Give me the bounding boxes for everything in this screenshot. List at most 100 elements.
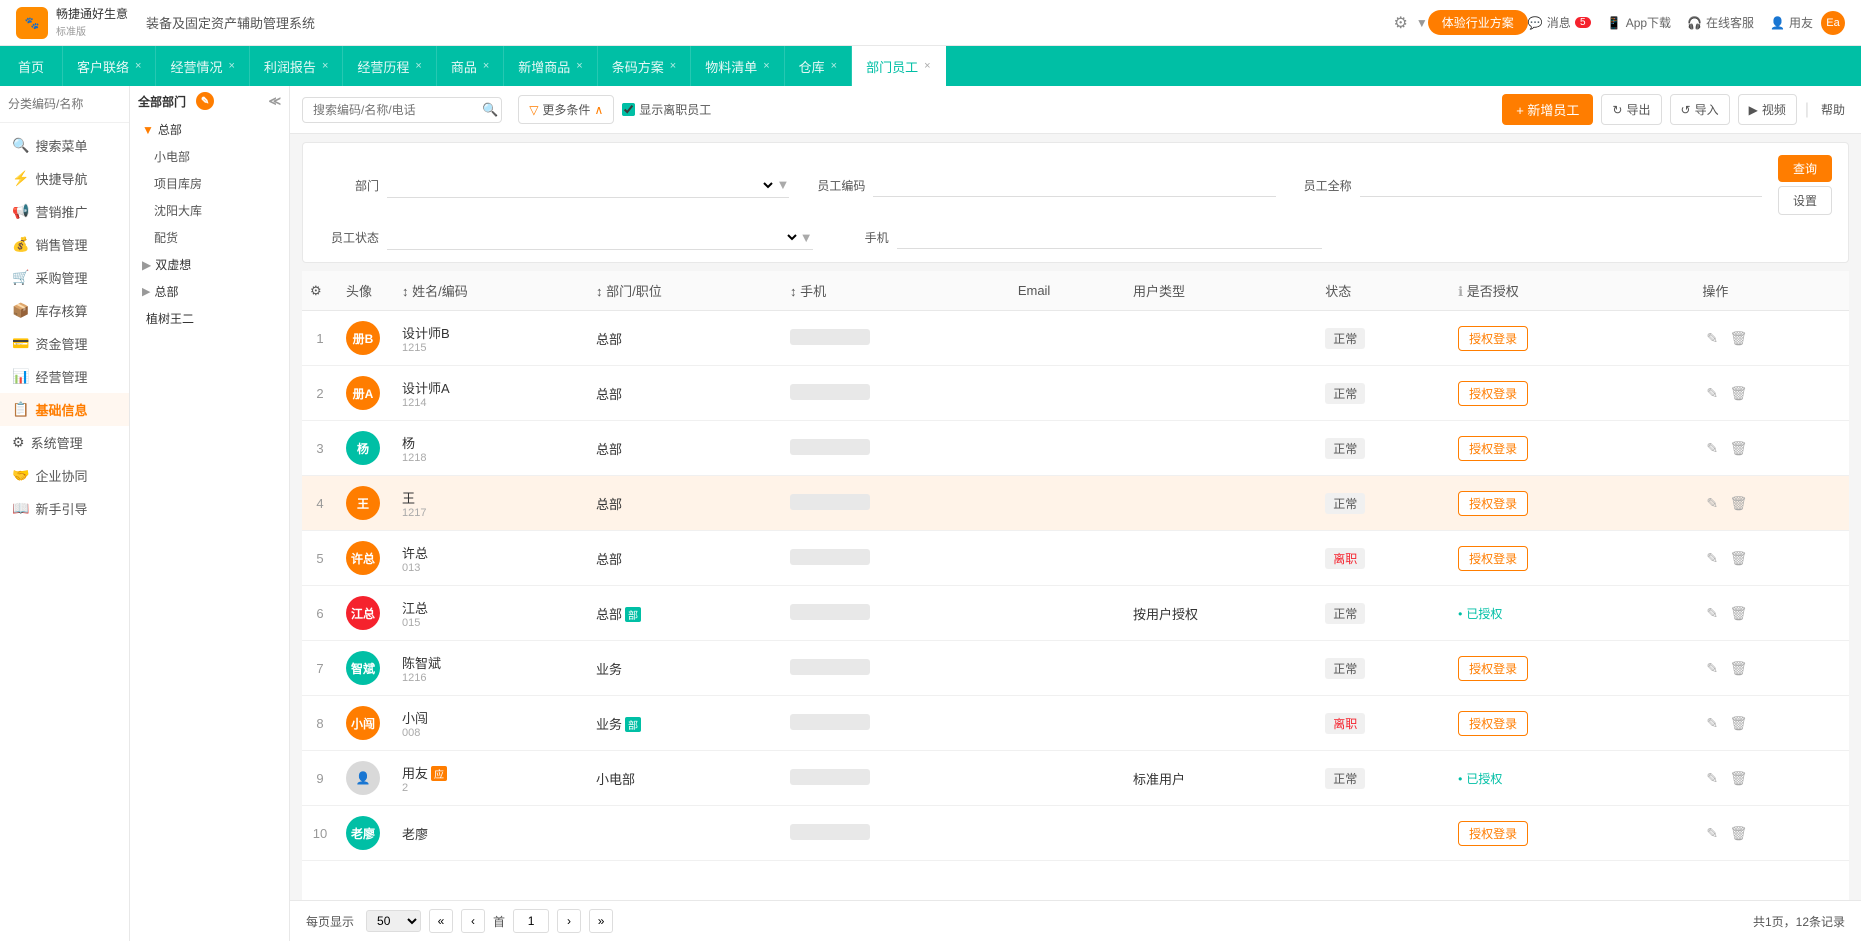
edit-button[interactable]: ✎ [1702,493,1722,514]
sidebar-item-quicknav[interactable]: ⚡ 快捷导航 [0,162,129,195]
add-employee-button[interactable]: + 新增员工 [1502,94,1593,125]
close-icon[interactable]: × [763,60,769,72]
dept-group-header-sx[interactable]: ▶ 双虚想 [130,251,289,278]
sidebar-item-marketing[interactable]: 📢 营销推广 [0,195,129,228]
export-button[interactable]: ↻ 导出 [1601,94,1661,125]
message-button[interactable]: 💬 消息 5 [1528,14,1591,31]
filter-dept-select[interactable] [387,177,776,193]
close-icon[interactable]: × [670,60,676,72]
online-service-button[interactable]: 🎧 在线客服 [1687,14,1754,31]
next-page-button[interactable]: › [557,909,581,933]
tab-history[interactable]: 经营历程 × [343,46,436,86]
sidebar-item-basic[interactable]: 📋 基础信息 [0,393,129,426]
close-icon[interactable]: × [576,60,582,72]
dept-edit-icon[interactable]: ✎ [196,92,214,110]
sidebar-search-input[interactable] [8,97,130,111]
edit-button[interactable]: ✎ [1702,768,1722,789]
app-download-button[interactable]: 📱 App下载 [1607,14,1671,31]
close-icon[interactable]: × [831,60,837,72]
filter-status-select[interactable] [387,229,800,245]
col-name[interactable]: ↕ 姓名/编码 [394,271,588,311]
auth-login-button[interactable]: 授权登录 [1458,491,1528,516]
col-settings[interactable]: ⚙ [302,271,338,311]
auth-login-button[interactable]: 授权登录 [1458,546,1528,571]
col-phone[interactable]: ↕ 手机 [782,271,1010,311]
edit-button[interactable]: ✎ [1702,548,1722,569]
dept-leaf-peihuo[interactable]: 配货 [130,224,289,251]
tab-home[interactable]: 首页 [0,46,63,86]
close-icon[interactable]: × [483,60,489,72]
edit-button[interactable]: ✎ [1702,383,1722,404]
sidebar-item-guide[interactable]: 📖 新手引导 [0,492,129,525]
settings-icon[interactable]: ⚙ [310,283,322,298]
tab-operation[interactable]: 经营情况 × [156,46,249,86]
auth-login-button[interactable]: 授权登录 [1458,656,1528,681]
delete-button[interactable]: 🗑 [1726,603,1752,624]
collapse-icon[interactable]: ≪ [268,94,281,108]
delete-button[interactable]: 🗑 [1726,823,1752,844]
tab-warehouse[interactable]: 仓库 × [785,46,852,86]
edit-button[interactable]: ✎ [1702,823,1722,844]
edit-button[interactable]: ✎ [1702,438,1722,459]
auth-login-button[interactable]: 授权登录 [1458,326,1528,351]
auth-login-button[interactable]: 授权登录 [1458,381,1528,406]
edit-button[interactable]: ✎ [1702,713,1722,734]
close-icon[interactable]: × [135,60,141,72]
dept-group-header-hq[interactable]: ▼ 总部 [130,116,289,143]
sidebar-item-collab[interactable]: 🤝 企业协同 [0,459,129,492]
tab-barcode[interactable]: 条码方案 × [598,46,691,86]
dept-group-header-zb[interactable]: ▶ 总部 [130,278,289,305]
view-button[interactable]: ▶ 视频 [1738,94,1797,125]
dept-all-header[interactable]: 全部部门 ✎ ≪ [130,86,289,116]
delete-button[interactable]: 🗑 [1726,548,1752,569]
show-resigned-label[interactable]: 显示离职员工 [622,101,711,118]
sidebar-item-inventory[interactable]: 📦 库存核算 [0,294,129,327]
first-page-button[interactable]: « [429,909,453,933]
help-button[interactable]: 帮助 [1817,97,1849,122]
dept-leaf-shenyang[interactable]: 沈阳大库 [130,197,289,224]
filter-phone-input[interactable] [897,226,1323,249]
delete-button[interactable]: 🗑 [1726,493,1752,514]
user-button[interactable]: 👤 用友 Ea [1770,11,1845,35]
page-size-select[interactable]: 50 100 200 [366,910,421,932]
close-icon[interactable]: × [924,60,930,72]
delete-button[interactable]: 🗑 [1726,438,1752,459]
try-industry-button[interactable]: 体验行业方案 [1428,10,1528,35]
delete-button[interactable]: 🗑 [1726,768,1752,789]
tab-bom[interactable]: 物料清单 × [691,46,784,86]
col-dept[interactable]: ↕ 部门/职位 [588,271,782,311]
dept-group-header-zs[interactable]: 植树王二 [130,305,289,332]
gear-icon[interactable]: ⚙ [1394,13,1408,33]
search-input[interactable] [302,97,502,123]
sidebar-item-purchase[interactable]: 🛒 采购管理 [0,261,129,294]
tab-add-goods[interactable]: 新增商品 × [504,46,597,86]
auth-login-button[interactable]: 授权登录 [1458,821,1528,846]
close-icon[interactable]: × [322,60,328,72]
dept-leaf-xiaodibu[interactable]: 小电部 [130,143,289,170]
set-button[interactable]: 设置 [1778,186,1832,215]
current-page-input[interactable] [513,909,549,933]
auth-login-button[interactable]: 授权登录 [1458,436,1528,461]
tab-profit[interactable]: 利润报告 × [250,46,343,86]
close-icon[interactable]: × [228,60,234,72]
sidebar-item-search[interactable]: 🔍 搜索菜单 [0,129,129,162]
auth-login-button[interactable]: 授权登录 [1458,711,1528,736]
last-page-button[interactable]: » [589,909,613,933]
tab-goods[interactable]: 商品 × [437,46,504,86]
delete-button[interactable]: 🗑 [1726,383,1752,404]
filter-empname-input[interactable] [1360,174,1762,197]
delete-button[interactable]: 🗑 [1726,658,1752,679]
edit-button[interactable]: ✎ [1702,603,1722,624]
prev-page-button[interactable]: ‹ [461,909,485,933]
dept-leaf-project[interactable]: 项目库房 [130,170,289,197]
edit-button[interactable]: ✎ [1702,658,1722,679]
tab-customer[interactable]: 客户联络 × [63,46,156,86]
filter-empcode-input[interactable] [873,174,1275,197]
delete-button[interactable]: 🗑 [1726,328,1752,349]
edit-button[interactable]: ✎ [1702,328,1722,349]
show-resigned-checkbox[interactable] [622,103,635,116]
title-dropdown[interactable]: ▼ [1416,16,1428,30]
sidebar-item-system[interactable]: ⚙ 系统管理 [0,426,129,459]
sidebar-item-sales[interactable]: 💰 销售管理 [0,228,129,261]
sidebar-item-finance[interactable]: 💳 资金管理 [0,327,129,360]
